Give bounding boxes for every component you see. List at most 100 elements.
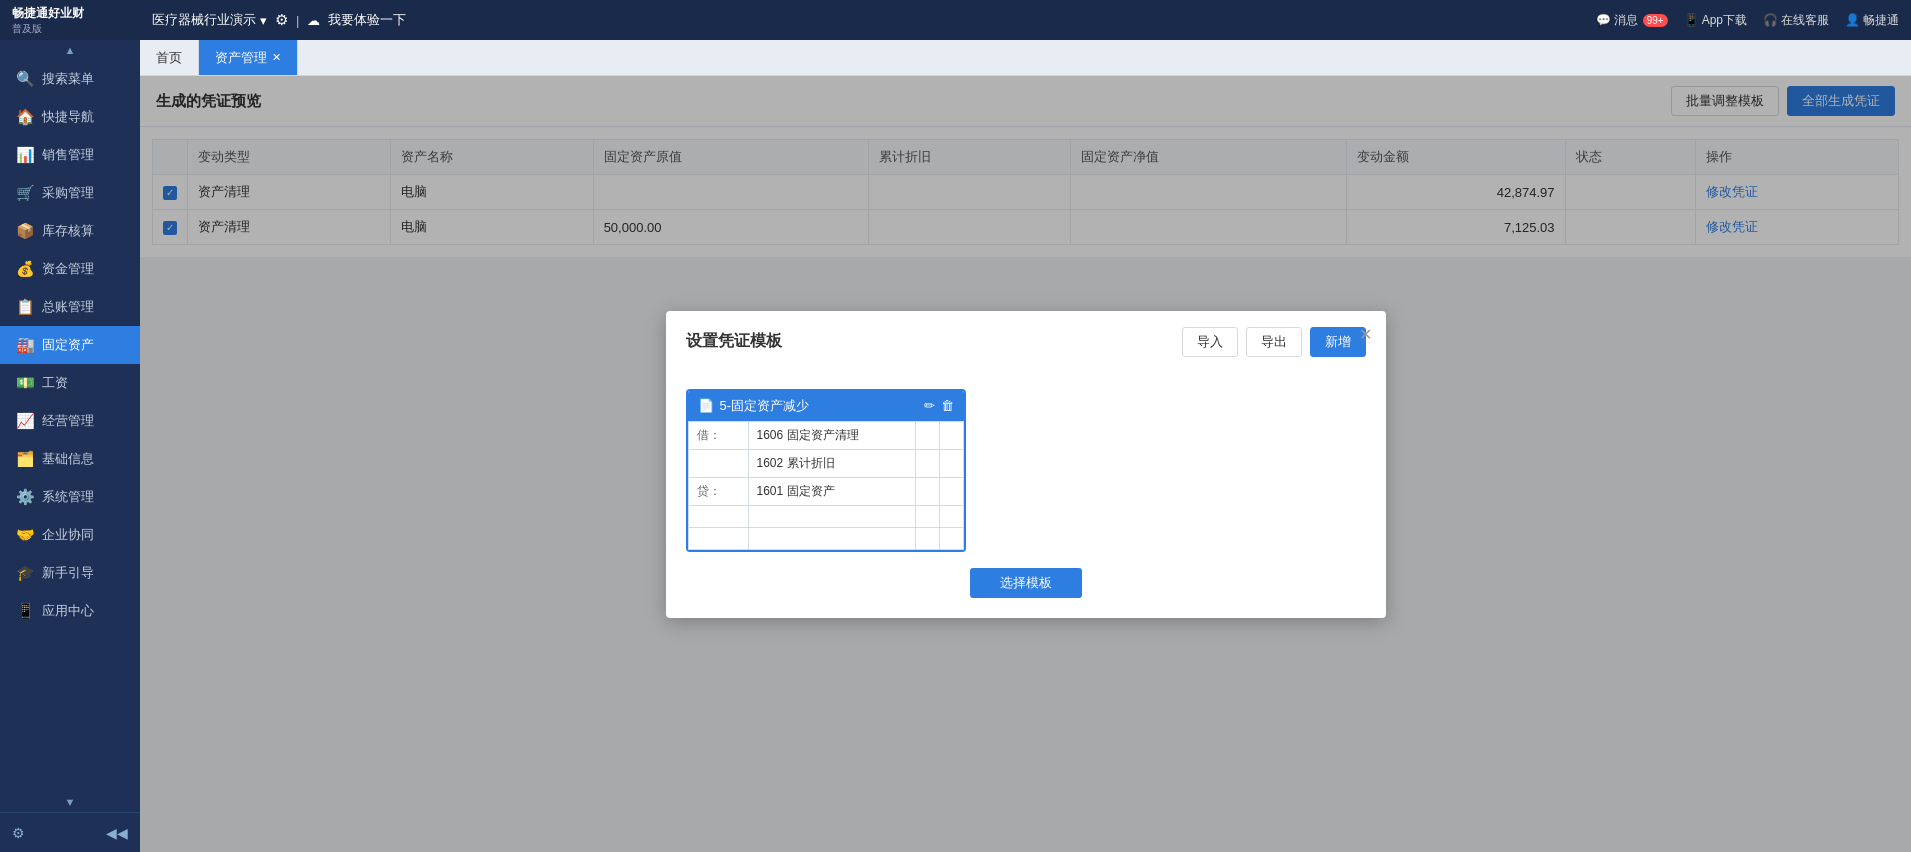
sidebar-label-finance: 资金管理	[42, 260, 94, 278]
service-label: 在线客服	[1781, 12, 1829, 29]
export-btn[interactable]: 导出	[1246, 327, 1302, 357]
template-card[interactable]: 📄 5-固定资产减少 ✏ 🗑 借： 1606 固定资产清理	[686, 389, 966, 552]
sidebar-label-apps: 应用中心	[42, 602, 94, 620]
template-col1-3	[915, 505, 939, 527]
sidebar-icon-quicknav: 🏠	[16, 108, 34, 126]
settings-icon[interactable]: ⚙	[275, 11, 288, 29]
template-col2-1	[939, 449, 963, 477]
template-side-1	[688, 449, 748, 477]
sidebar-item-ledger[interactable]: 📋 总账管理	[0, 288, 140, 326]
app-icon: 📱	[1684, 13, 1699, 27]
sidebar-scroll-down[interactable]: ▼	[0, 792, 140, 812]
sidebar-label-purchase: 采购管理	[42, 184, 94, 202]
modal-body: 📄 5-固定资产减少 ✏ 🗑 借： 1606 固定资产清理	[666, 369, 1386, 618]
sidebar-icon-fixed: 🏭	[16, 336, 34, 354]
user-avatar-icon: 👤	[1845, 13, 1860, 27]
template-table: 借： 1606 固定资产清理 1602 累计折旧 贷： 1601 固定资产	[688, 421, 964, 550]
message-btn[interactable]: 💬 消息 99+	[1596, 12, 1668, 29]
message-icon: 💬	[1596, 13, 1611, 27]
new-btn[interactable]: 新增	[1310, 327, 1366, 357]
sidebar-item-apps[interactable]: 📱 应用中心	[0, 592, 140, 630]
template-card-header: 📄 5-固定资产减少 ✏ 🗑	[688, 391, 964, 421]
sidebar-item-salary[interactable]: 💵工资	[0, 364, 140, 402]
company-name: 医疗器械行业演示	[152, 11, 256, 29]
template-row-0: 借： 1606 固定资产清理	[688, 421, 963, 449]
sidebar-icon-apps: 📱	[16, 602, 34, 620]
template-col1-2	[915, 477, 939, 505]
import-btn[interactable]: 导入	[1182, 327, 1238, 357]
template-account-4	[748, 527, 915, 549]
trial-label[interactable]: 我要体验一下	[328, 11, 406, 29]
sidebar-icon-system: ⚙️	[16, 488, 34, 506]
sidebar-item-collab[interactable]: 🤝 企业协同	[0, 516, 140, 554]
template-row-4	[688, 527, 963, 549]
service-btn[interactable]: 🎧 在线客服	[1763, 12, 1829, 29]
sidebar-label-ledger: 总账管理	[42, 298, 94, 316]
company-dropdown-icon: ▾	[260, 13, 267, 28]
tab-label-asset-mgmt: 资产管理	[215, 49, 267, 67]
sidebar-icon-finance: 💰	[16, 260, 34, 278]
sidebar-item-ops[interactable]: 📈经营管理	[0, 402, 140, 440]
template-row-1: 1602 累计折旧	[688, 449, 963, 477]
user-btn[interactable]: 👤 畅捷通	[1845, 12, 1899, 29]
sidebar-item-sales[interactable]: 📊销售管理	[0, 136, 140, 174]
template-doc-icon: 📄	[698, 398, 714, 413]
tabbar: 首页资产管理 ✕	[140, 40, 1911, 76]
template-col2-2	[939, 477, 963, 505]
sidebar-icon-salary: 💵	[16, 374, 34, 392]
sidebar-item-quicknav[interactable]: 🏠快捷导航	[0, 98, 140, 136]
template-delete-icon[interactable]: 🗑	[941, 398, 954, 413]
sidebar-settings-btn[interactable]: ⚙	[12, 825, 25, 841]
template-name: 5-固定资产减少	[720, 397, 810, 415]
message-badge: 99+	[1643, 14, 1668, 27]
app-download-btn[interactable]: 📱 App下载	[1684, 12, 1747, 29]
sidebar-label-base: 基础信息	[42, 450, 94, 468]
modal-dialog: 设置凭证模板 导入 导出 新增 ✕ 📄 5-固定资产减少	[666, 311, 1386, 618]
app-label: App下载	[1702, 12, 1747, 29]
sidebar-item-base[interactable]: 🗂️ 基础信息	[0, 440, 140, 478]
tab-close-asset-mgmt[interactable]: ✕	[272, 51, 281, 64]
sidebar: ▲ 🔍搜索菜单🏠快捷导航📊销售管理🛒采购管理📦库存核算 💰 资金管理 📋 总账管理 🏭 固定…	[0, 40, 140, 852]
sidebar-item-system[interactable]: ⚙️ 系统管理	[0, 478, 140, 516]
sidebar-label-system: 系统管理	[42, 488, 94, 506]
template-body: 借： 1606 固定资产清理 1602 累计折旧 贷： 1601 固定资产	[688, 421, 964, 550]
sidebar-icon-base: 🗂️	[16, 450, 34, 468]
sidebar-item-finance[interactable]: 💰 资金管理	[0, 250, 140, 288]
template-edit-icon[interactable]: ✏	[924, 398, 935, 413]
topbar-right: 💬 消息 99+ 📱 App下载 🎧 在线客服 👤 畅捷通	[1596, 12, 1899, 29]
modal-header: 设置凭证模板 导入 导出 新增 ✕	[666, 311, 1386, 369]
tab-home[interactable]: 首页	[140, 40, 199, 75]
select-template-btn[interactable]: 选择模板	[970, 568, 1082, 598]
template-side-0: 借：	[688, 421, 748, 449]
sidebar-item-inventory[interactable]: 📦库存核算	[0, 212, 140, 250]
sidebar-label-guide: 新手引导	[42, 564, 94, 582]
template-card-actions: ✏ 🗑	[924, 398, 954, 413]
sidebar-item-purchase[interactable]: 🛒采购管理	[0, 174, 140, 212]
sidebar-icon-ledger: 📋	[16, 298, 34, 316]
sidebar-item-guide[interactable]: 🎓新手引导	[0, 554, 140, 592]
sidebar-menu: 🔍搜索菜单🏠快捷导航📊销售管理🛒采购管理📦库存核算 💰 资金管理 📋 总账管理 🏭 固定资产…	[0, 60, 140, 792]
template-row-2: 贷： 1601 固定资产	[688, 477, 963, 505]
sidebar-item-search[interactable]: 🔍搜索菜单	[0, 60, 140, 98]
message-label: 消息	[1614, 12, 1638, 29]
sidebar-icon-collab: 🤝	[16, 526, 34, 544]
sidebar-item-fixed[interactable]: 🏭 固定资产	[0, 326, 140, 364]
sidebar-label-fixed: 固定资产	[42, 336, 94, 354]
logo-text: 畅捷通好业财	[12, 5, 152, 22]
logo: 畅捷通好业财 普及版	[12, 5, 152, 36]
template-account-3	[748, 505, 915, 527]
sidebar-label-search: 搜索菜单	[42, 70, 94, 88]
modal-overlay: 设置凭证模板 导入 导出 新增 ✕ 📄 5-固定资产减少	[140, 76, 1911, 852]
template-side-2: 贷：	[688, 477, 748, 505]
sidebar-label-sales: 销售管理	[42, 146, 94, 164]
template-account-1: 1602 累计折旧	[748, 449, 915, 477]
tab-asset-mgmt[interactable]: 资产管理 ✕	[199, 40, 298, 75]
topbar-center: 医疗器械行业演示 ▾ ⚙ | ☁ 我要体验一下	[152, 11, 1596, 29]
company-selector[interactable]: 医疗器械行业演示 ▾	[152, 11, 267, 29]
sidebar-scroll-up[interactable]: ▲	[0, 40, 140, 60]
content-area: 生成的凭证预览 批量调整模板 全部生成凭证 变动类型 资产名称 固定资产原值 累…	[140, 76, 1911, 852]
template-col1-1	[915, 449, 939, 477]
sidebar-collapse-btn[interactable]: ◀◀	[106, 825, 128, 841]
modal-close-btn[interactable]: ✕	[1359, 325, 1372, 344]
sidebar-label-collab: 企业协同	[42, 526, 94, 544]
